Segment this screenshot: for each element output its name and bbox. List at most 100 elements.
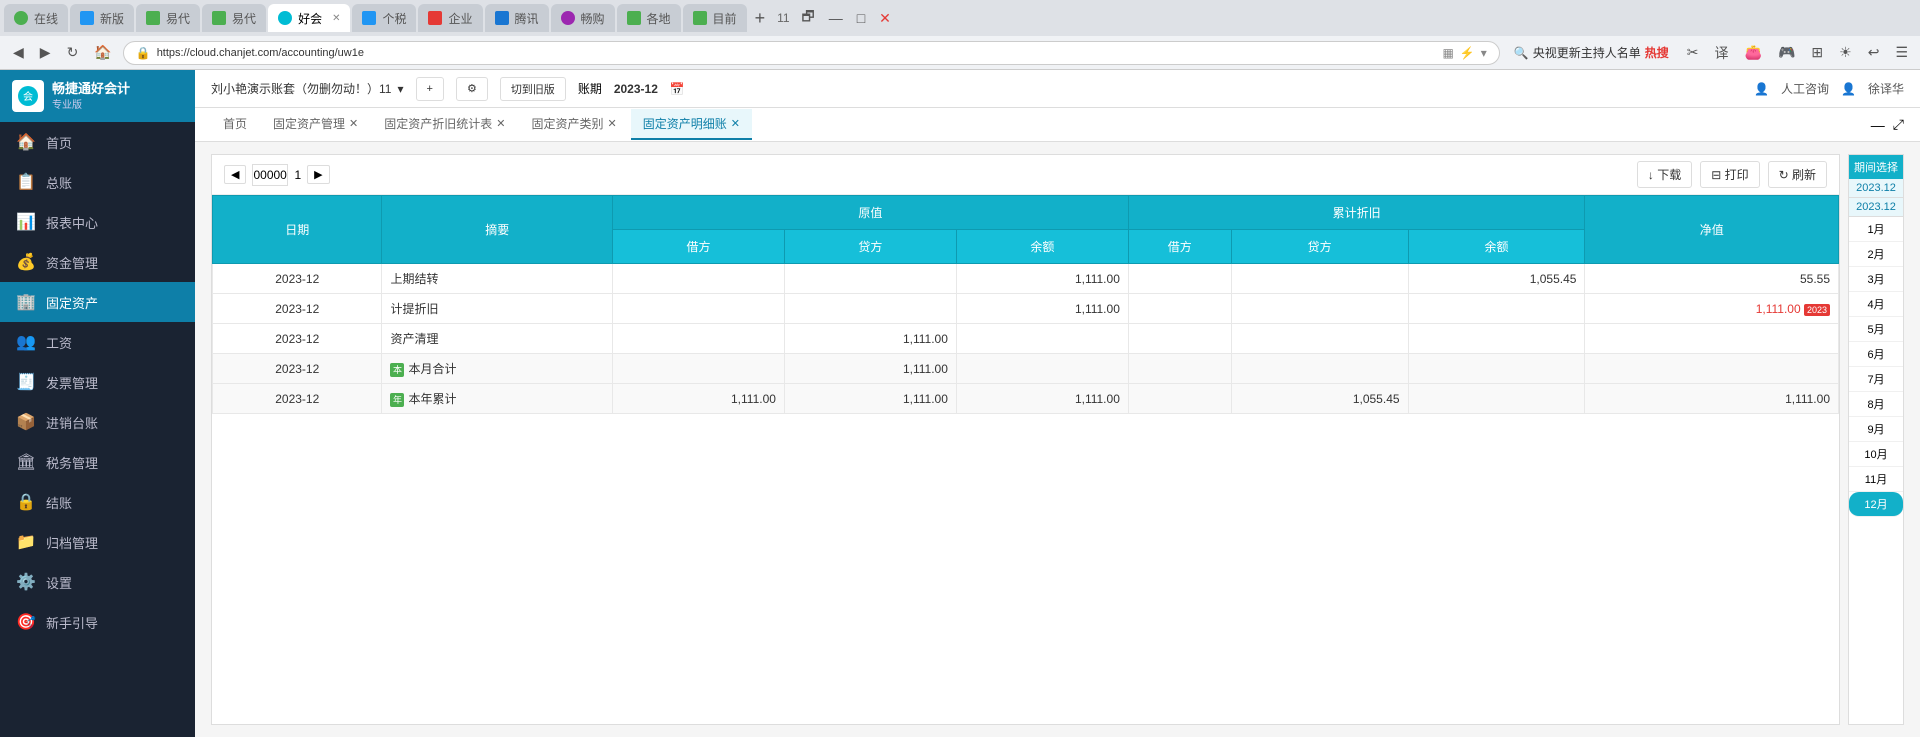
- period-year-start[interactable]: 2023.12: [1849, 179, 1903, 198]
- sidebar-item-report-center[interactable]: 📊 报表中心: [0, 202, 195, 242]
- page-id-input[interactable]: [252, 164, 288, 186]
- scissors-btn[interactable]: ✂: [1683, 42, 1703, 63]
- period-month-10[interactable]: 10月: [1849, 442, 1903, 467]
- undo-btn[interactable]: ↩: [1864, 42, 1884, 63]
- period-month-4[interactable]: 4月: [1849, 292, 1903, 317]
- switch-version-btn[interactable]: 切到旧版: [500, 77, 566, 101]
- page-tab-depreciation-stat[interactable]: 固定资产折旧统计表 ✕: [372, 109, 517, 140]
- home-button[interactable]: 🏠: [89, 42, 116, 63]
- expand-panel-btn[interactable]: ⤢: [1893, 116, 1904, 133]
- period-month-11[interactable]: 11月: [1849, 467, 1903, 492]
- period-month-2[interactable]: 2月: [1849, 242, 1903, 267]
- maximize-btn[interactable]: □: [851, 10, 871, 26]
- browser-tab-t1[interactable]: 在线: [4, 4, 68, 32]
- sidebar: 会 畅捷通好会计 专业版 🏠 首页 📋 总账 📊 报表中心 💰 资金管理: [0, 70, 195, 737]
- page-tab-fixed-assets-mgmt[interactable]: 固定资产管理 ✕: [261, 109, 370, 140]
- help-label[interactable]: 人工咨询: [1781, 80, 1829, 97]
- sidebar-item-payroll[interactable]: 👥 工资: [0, 322, 195, 362]
- sidebar-item-archive-mgmt[interactable]: 📁 归档管理: [0, 522, 195, 562]
- sidebar-item-fixed-assets[interactable]: 🏢 固定资产: [0, 282, 195, 322]
- sidebar-item-tax-mgmt[interactable]: 🏛 税务管理: [0, 442, 195, 482]
- print-btn[interactable]: ⊟ 打印: [1700, 161, 1759, 188]
- sidebar-item-closing[interactable]: 🔒 结账: [0, 482, 195, 522]
- period-month-12[interactable]: 12月: [1849, 492, 1903, 517]
- page-tab-close-asset-category[interactable]: ✕: [608, 117, 617, 130]
- tab-count-badge[interactable]: 11: [773, 11, 793, 25]
- minimize-btn[interactable]: —: [823, 10, 849, 26]
- back-button[interactable]: ◀: [8, 42, 29, 63]
- period-month-8[interactable]: 8月: [1849, 392, 1903, 417]
- tab-close-t5[interactable]: ✕: [332, 13, 340, 24]
- bookmark-icon[interactable]: ⚡: [1460, 46, 1475, 60]
- cell-dep-credit-2: [1231, 294, 1408, 324]
- browser-tab-t2[interactable]: 新版: [70, 4, 134, 32]
- th-original-value: 原值: [612, 196, 1128, 230]
- sidebar-item-guide[interactable]: 🎯 新手引导: [0, 602, 195, 642]
- close-window-btn[interactable]: ✕: [873, 10, 897, 27]
- add-company-btn[interactable]: +: [416, 77, 444, 101]
- theme-btn[interactable]: ☀: [1835, 42, 1856, 63]
- sidebar-item-settings[interactable]: ⚙️ 设置: [0, 562, 195, 602]
- period-month-1[interactable]: 1月: [1849, 217, 1903, 242]
- sidebar-item-purchase-sale[interactable]: 📦 进销台账: [0, 402, 195, 442]
- page-tab-asset-category[interactable]: 固定资产类别 ✕: [519, 109, 628, 140]
- forward-button[interactable]: ▶: [35, 42, 56, 63]
- period-month-7[interactable]: 7月: [1849, 367, 1903, 392]
- wallet-btn[interactable]: 👛: [1741, 42, 1766, 63]
- expand-address-icon[interactable]: ▾: [1481, 46, 1487, 60]
- period-month-9[interactable]: 9月: [1849, 417, 1903, 442]
- settings-btn[interactable]: ⚙: [456, 77, 488, 101]
- invoice-icon: 🧾: [16, 372, 36, 392]
- month-total-icon: 本: [390, 363, 404, 377]
- address-bar[interactable]: 🔒 https://cloud.chanjet.com/accounting/u…: [123, 41, 1500, 65]
- company-selector[interactable]: 刘小艳演示账套（勿删勿动！）11 ▾: [211, 80, 404, 97]
- page-tab-home[interactable]: 首页: [211, 109, 259, 140]
- page-tab-close-fixed-assets-mgmt[interactable]: ✕: [349, 117, 358, 130]
- cell-dep-debit-5: [1128, 384, 1231, 414]
- refresh-button[interactable]: ↻: [62, 42, 84, 63]
- next-page-btn[interactable]: ▶: [307, 165, 329, 184]
- refresh-btn[interactable]: ↻ 刷新: [1768, 161, 1827, 188]
- sidebar-item-invoice-mgmt[interactable]: 🧾 发票管理: [0, 362, 195, 402]
- cell-orig-debit-3: [612, 324, 784, 354]
- browser-tab-t9[interactable]: 畅购: [551, 4, 615, 32]
- page-tab-close-asset-detail[interactable]: ✕: [731, 117, 740, 130]
- grid-btn[interactable]: ⊞: [1807, 42, 1827, 63]
- cell-date-5: 2023-12: [213, 384, 382, 414]
- period-month-5[interactable]: 5月: [1849, 317, 1903, 342]
- new-tab-button[interactable]: +: [749, 8, 772, 29]
- qr-icon[interactable]: ▦: [1442, 46, 1453, 60]
- th-dep-credit: 贷方: [1231, 230, 1408, 264]
- sidebar-item-general-ledger[interactable]: 📋 总账: [0, 162, 195, 202]
- browser-tab-t6[interactable]: 个税: [352, 4, 416, 32]
- minimize-panel-btn[interactable]: —: [1871, 117, 1885, 133]
- browser-tab-t3[interactable]: 易代: [136, 4, 200, 32]
- translate-btn[interactable]: 译: [1711, 41, 1733, 65]
- sidebar-item-label-settings: 设置: [46, 573, 72, 592]
- period-month-6[interactable]: 6月: [1849, 342, 1903, 367]
- page-tab-asset-detail[interactable]: 固定资产明细账 ✕: [631, 109, 752, 140]
- cell-dep-debit-3: [1128, 324, 1231, 354]
- download-btn[interactable]: ↓ 下载: [1637, 161, 1692, 188]
- user-label[interactable]: 徐译华: [1868, 80, 1904, 97]
- restore-window-btn[interactable]: 🗗: [796, 6, 821, 30]
- calendar-icon[interactable]: 📅: [670, 82, 685, 96]
- browser-tab-t5[interactable]: 好会 ✕: [268, 4, 350, 32]
- prev-page-btn[interactable]: ◀: [224, 165, 246, 184]
- browser-tab-t10[interactable]: 各地: [617, 4, 681, 32]
- cell-dep-balance-1: 1,055.45: [1408, 264, 1585, 294]
- app-name: 畅捷通好会计: [52, 81, 130, 97]
- period-month-3[interactable]: 3月: [1849, 267, 1903, 292]
- browser-tab-t7[interactable]: 企业: [418, 4, 482, 32]
- menu-btn[interactable]: ☰: [1891, 42, 1912, 63]
- th-net-value: 净值: [1585, 196, 1839, 264]
- cell-summary-4: 本本月合计: [382, 354, 612, 384]
- sidebar-item-fund-mgmt[interactable]: 💰 资金管理: [0, 242, 195, 282]
- sidebar-item-home[interactable]: 🏠 首页: [0, 122, 195, 162]
- game-btn[interactable]: 🎮: [1774, 42, 1799, 63]
- browser-tab-t11[interactable]: 目前: [683, 4, 747, 32]
- browser-tab-t4[interactable]: 易代: [202, 4, 266, 32]
- period-year-end[interactable]: 2023.12: [1849, 198, 1903, 217]
- browser-tab-t8[interactable]: 腾讯: [485, 4, 549, 32]
- page-tab-close-depreciation-stat[interactable]: ✕: [496, 117, 505, 130]
